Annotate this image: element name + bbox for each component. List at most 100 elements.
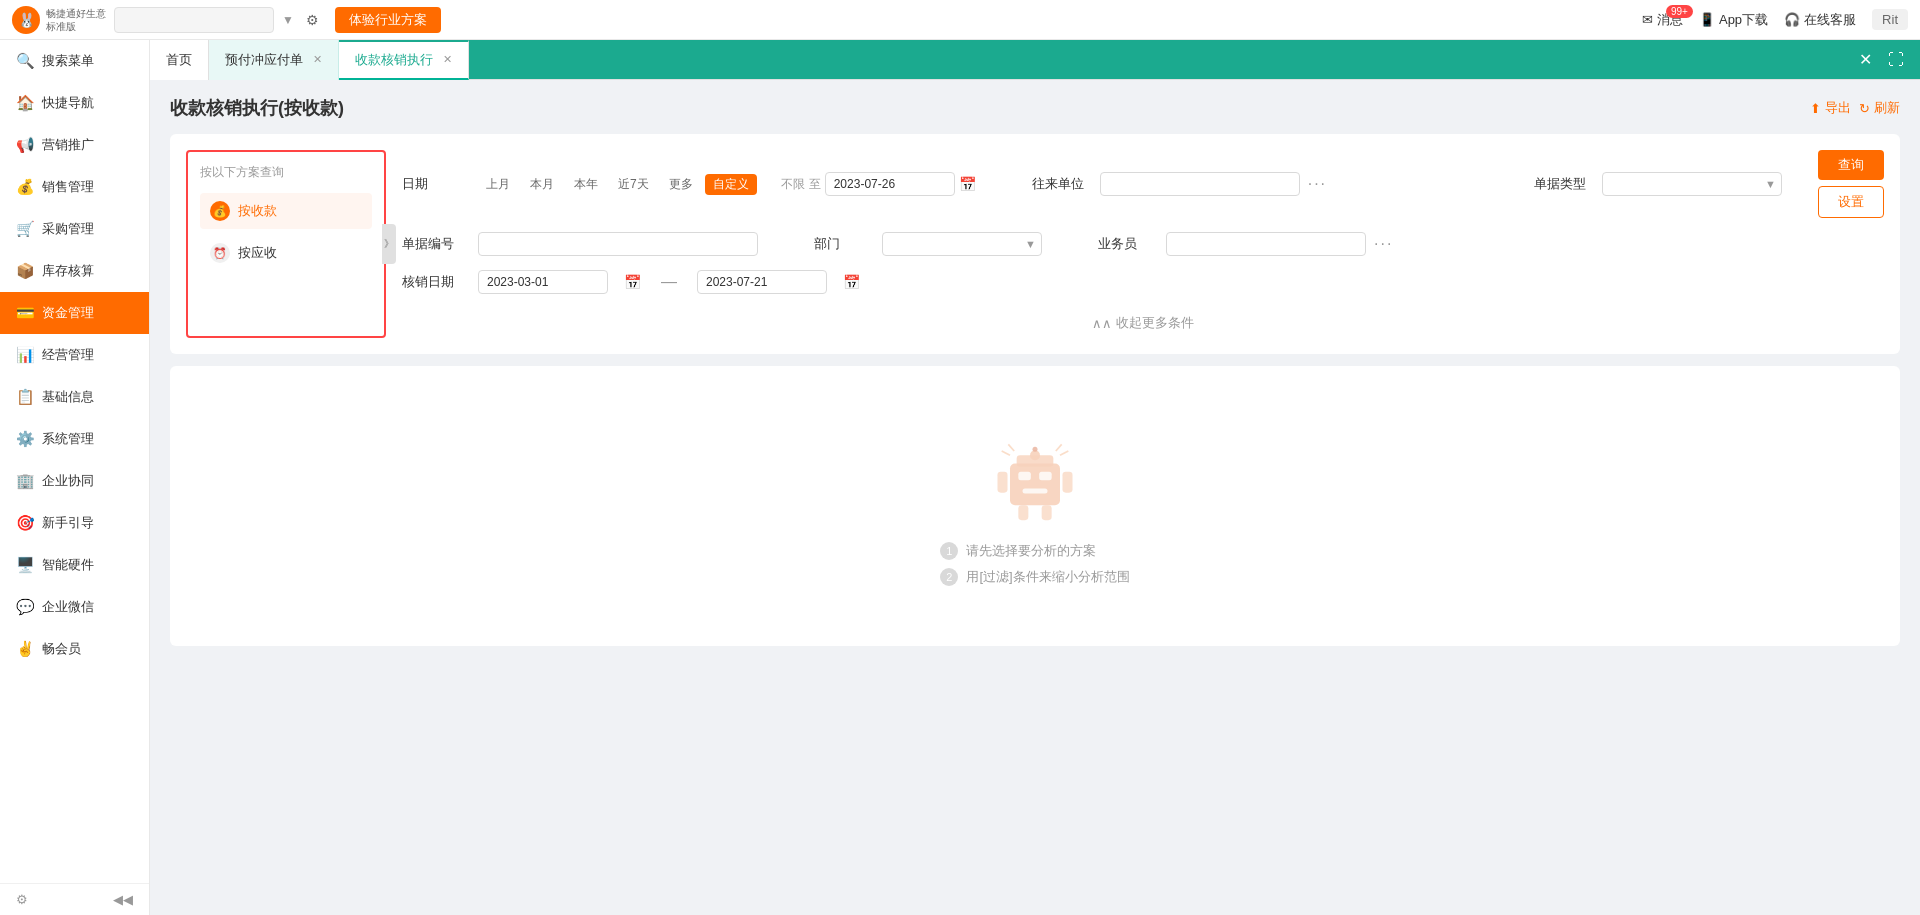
funds-icon: 💳 — [16, 304, 34, 322]
sales-icon: 💰 — [16, 178, 34, 196]
counterpart-input[interactable] — [1100, 172, 1300, 196]
enterprise-icon: 🏢 — [16, 472, 34, 490]
svg-line-12 — [1060, 451, 1068, 455]
collapse-icon: ◀◀ — [113, 892, 133, 907]
tip-num-2: 2 — [940, 568, 958, 586]
tab-close-receivable[interactable]: ✕ — [443, 53, 452, 66]
date-more-button[interactable]: 更多 — [661, 173, 701, 196]
date-last-month-button[interactable]: 上月 — [478, 173, 518, 196]
phone-icon: 📱 — [1699, 12, 1715, 27]
verify-date-label: 核销日期 — [402, 273, 462, 291]
chevron-down-icon[interactable]: ▼ — [282, 13, 294, 27]
inventory-icon: 📦 — [16, 262, 34, 280]
filter-collapse-button[interactable]: 》 — [382, 224, 396, 264]
sidebar-item-member[interactable]: ✌️ 畅会员 — [0, 628, 149, 670]
tab-receivable[interactable]: 收款核销执行 ✕ — [339, 40, 469, 80]
sidebar-item-smart-hw[interactable]: 🖥️ 智能硬件 — [0, 544, 149, 586]
svg-rect-4 — [998, 472, 1008, 493]
date-7days-button[interactable]: 近7天 — [610, 173, 657, 196]
sidebar-item-search-menu[interactable]: 🔍 搜索菜单 — [0, 40, 149, 82]
empty-tip-2: 2 用[过滤]条件来缩小分析范围 — [940, 568, 1129, 586]
svg-line-13 — [1008, 444, 1014, 451]
gear-icon[interactable]: ⚙ — [306, 12, 319, 28]
staff-input[interactable] — [1166, 232, 1366, 256]
page-header: 收款核销执行(按收款) ⬆ 导出 ↻ 刷新 — [170, 96, 1900, 120]
tab-close-all-button[interactable]: ✕ — [1855, 46, 1876, 73]
sidebar-item-operations[interactable]: 📊 经营管理 — [0, 334, 149, 376]
sidebar-item-sys-mgmt[interactable]: ⚙️ 系统管理 — [0, 418, 149, 460]
headset-icon: 🎧 — [1784, 12, 1800, 27]
sidebar-item-quick-nav[interactable]: 🏠 快捷导航 — [0, 82, 149, 124]
chevron-up-icon: ∧∧ — [1092, 316, 1112, 331]
verify-date-sep: — — [661, 273, 677, 291]
calendar-icon-date-end[interactable]: 📅 — [959, 176, 976, 192]
sidebar-item-purchase[interactable]: 🛒 采购管理 — [0, 208, 149, 250]
sidebar-item-enterprise[interactable]: 🏢 企业协同 — [0, 460, 149, 502]
counterpart-more-icon[interactable]: ··· — [1308, 175, 1327, 193]
content-area: 首页 预付冲应付单 ✕ 收款核销执行 ✕ ✕ ⛶ 收款核销执行(按收款) — [150, 40, 1920, 915]
filter-right-panel: 日期 上月 本月 本年 近7天 更多 自定义 不限 至 — [402, 150, 1884, 338]
staff-more-icon[interactable]: ··· — [1374, 235, 1393, 253]
app-download-button[interactable]: 📱 App下载 — [1699, 11, 1768, 29]
tab-home[interactable]: 首页 — [150, 40, 209, 80]
sidebar-item-marketing[interactable]: 📢 营销推广 — [0, 124, 149, 166]
verify-date-start-input[interactable] — [478, 270, 608, 294]
settings-icon: ⚙ — [16, 892, 28, 907]
receipt-icon: 💰 — [210, 201, 230, 221]
refresh-button[interactable]: ↻ 刷新 — [1859, 99, 1900, 117]
filter-row-1: 日期 上月 本月 本年 近7天 更多 自定义 不限 至 — [402, 150, 1884, 218]
sidebar-collapse-button[interactable]: ◀◀ — [113, 892, 133, 907]
top-bar-left: 🐰 畅捷通好生意标准版 ▼ ⚙ 体验行业方案 — [12, 6, 1642, 34]
verify-date-end-input[interactable] — [697, 270, 827, 294]
date-this-month-button[interactable]: 本月 — [522, 173, 562, 196]
query-button[interactable]: 查询 — [1818, 150, 1884, 180]
online-service-button[interactable]: 🎧 在线客服 — [1784, 11, 1856, 29]
empty-state: 1 请先选择要分析的方案 2 用[过滤]条件来缩小分析范围 — [170, 366, 1900, 646]
refresh-icon: ↻ — [1859, 101, 1870, 116]
export-button[interactable]: ⬆ 导出 — [1810, 99, 1851, 117]
tab-expand-button[interactable]: ⛶ — [1884, 47, 1908, 73]
date-quick-buttons: 上月 本月 本年 近7天 更多 自定义 — [478, 173, 757, 196]
tab-bar-actions: ✕ ⛶ — [1855, 46, 1920, 73]
empty-robot-icon — [985, 426, 1085, 526]
sidebar-item-guide[interactable]: 🎯 新手引导 — [0, 502, 149, 544]
sys-icon: ⚙️ — [16, 430, 34, 448]
date-end-input[interactable] — [825, 172, 955, 196]
dept-select[interactable] — [882, 232, 1042, 256]
sidebar-item-inventory[interactable]: 📦 库存核算 — [0, 250, 149, 292]
calendar-icon-verify-end[interactable]: 📅 — [843, 274, 860, 290]
svg-point-10 — [1033, 447, 1038, 452]
search-input[interactable] — [114, 7, 274, 33]
industry-button[interactable]: 体验行业方案 — [335, 7, 441, 33]
sidebar-settings-button[interactable]: ⚙ — [16, 892, 28, 907]
sidebar-item-funds[interactable]: 💳 资金管理 — [0, 292, 149, 334]
wechat-icon: 💬 — [16, 598, 34, 616]
svg-rect-1 — [1018, 472, 1031, 480]
setting-button[interactable]: 设置 — [1818, 186, 1884, 218]
date-this-year-button[interactable]: 本年 — [566, 173, 606, 196]
counterpart-label: 往来单位 — [1032, 175, 1092, 193]
logo: 🐰 畅捷通好生意标准版 — [12, 6, 106, 34]
svg-line-14 — [1002, 451, 1010, 455]
doc-type-select[interactable] — [1602, 172, 1782, 196]
filter-option-by-receipt[interactable]: 💰 按收款 — [200, 193, 372, 229]
svg-rect-6 — [1018, 505, 1028, 520]
doc-type-label: 单据类型 — [1534, 175, 1594, 193]
sidebar-item-basic-info[interactable]: 📋 基础信息 — [0, 376, 149, 418]
tab-prepay[interactable]: 预付冲应付单 ✕ — [209, 40, 339, 80]
sidebar-item-sales[interactable]: 💰 销售管理 — [0, 166, 149, 208]
user-info[interactable]: Rit — [1872, 9, 1908, 30]
doc-num-input[interactable] — [478, 232, 758, 256]
svg-line-11 — [1056, 444, 1062, 451]
custom-date-badge: 自定义 — [705, 174, 757, 195]
purchase-icon: 🛒 — [16, 220, 34, 238]
tab-close-prepay[interactable]: ✕ — [313, 53, 322, 66]
tip-num-1: 1 — [940, 542, 958, 560]
calendar-icon-verify-start[interactable]: 📅 — [624, 274, 641, 290]
message-badge: 99+ — [1666, 5, 1693, 18]
message-button[interactable]: ✉ 消息 99+ — [1642, 11, 1683, 29]
filter-option-by-receivable[interactable]: ⏰ 按应收 — [200, 235, 372, 271]
collapse-more-button[interactable]: ∧∧ 收起更多条件 — [1076, 308, 1210, 338]
tab-bar: 首页 预付冲应付单 ✕ 收款核销执行 ✕ ✕ ⛶ — [150, 40, 1920, 80]
sidebar-item-wechat[interactable]: 💬 企业微信 — [0, 586, 149, 628]
